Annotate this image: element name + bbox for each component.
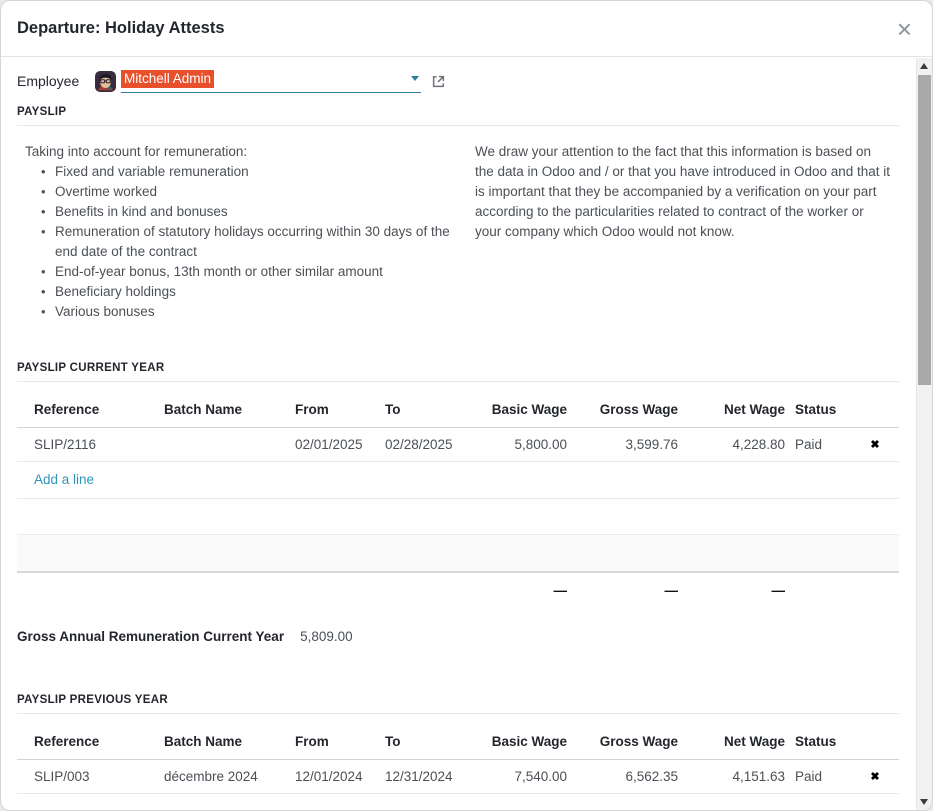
scrollbar-thumb[interactable]: [918, 75, 931, 385]
cell-gross-wage[interactable]: 6,562.35: [583, 760, 694, 794]
table-header-row: Reference Batch Name From To Basic Wage …: [17, 382, 899, 428]
bullet-item: Overtime worked: [41, 182, 457, 202]
bullet-item: Benefits in kind and bonuses: [41, 202, 457, 222]
cell-reference[interactable]: SLIP/003: [17, 760, 147, 794]
column-sums-row: — — —: [17, 572, 899, 607]
remuneration-list: Taking into account for remuneration: Fi…: [25, 142, 457, 322]
cell-basic-wage[interactable]: 5,800.00: [456, 428, 583, 462]
scroll-up-arrow-icon[interactable]: [920, 63, 928, 69]
previous-year-table: Reference Batch Name From To Basic Wage …: [17, 714, 899, 794]
col-header-batch-name[interactable]: Batch Name: [147, 714, 278, 760]
net-wage-sum: —: [694, 572, 793, 607]
bullet-item: Beneficiary holdings: [41, 282, 457, 302]
employee-label: Employee: [17, 73, 95, 89]
section-payslip-previous-year: PAYSLIP PREVIOUS YEAR: [17, 694, 899, 714]
bullet-item: Various bonuses: [41, 302, 457, 322]
cell-to[interactable]: 12/31/2024: [368, 760, 456, 794]
col-header-status[interactable]: Status: [793, 714, 851, 760]
add-a-line-row[interactable]: Add a line: [17, 462, 899, 499]
section-payslip: PAYSLIP: [17, 106, 899, 126]
attention-notice: We draw your attention to the fact that …: [475, 142, 899, 322]
gross-wage-sum: —: [583, 572, 694, 607]
table-header-row: Reference Batch Name From To Basic Wage …: [17, 714, 899, 760]
col-header-to[interactable]: To: [368, 714, 456, 760]
bullet-item: Remuneration of statutory holidays occur…: [41, 222, 457, 262]
payslip-info: Taking into account for remuneration: Fi…: [17, 142, 899, 322]
col-header-basic-wage[interactable]: Basic Wage: [456, 382, 583, 428]
cell-reference[interactable]: SLIP/2116: [17, 428, 147, 462]
empty-row: [17, 499, 899, 535]
section-payslip-current-year: PAYSLIP CURRENT YEAR: [17, 362, 899, 382]
col-header-batch-name[interactable]: Batch Name: [147, 382, 278, 428]
col-header-basic-wage[interactable]: Basic Wage: [456, 714, 583, 760]
gross-annual-remuneration-row: Gross Annual Remuneration Current Year 5…: [17, 629, 899, 644]
close-icon[interactable]: ×: [891, 16, 918, 42]
vertical-scrollbar[interactable]: [916, 58, 932, 810]
dialog-header: Departure: Holiday Attests ×: [1, 1, 932, 57]
cell-status[interactable]: Paid: [793, 760, 851, 794]
cell-status[interactable]: Paid: [793, 428, 851, 462]
basic-wage-sum: —: [456, 572, 583, 607]
col-header-actions: [851, 714, 899, 760]
bullet-item: Fixed and variable remuneration: [41, 162, 457, 182]
cell-from[interactable]: 02/01/2025: [278, 428, 368, 462]
cell-net-wage[interactable]: 4,228.80: [694, 428, 793, 462]
gross-annual-remuneration-value: 5,809.00: [300, 629, 353, 644]
external-link-icon[interactable]: [431, 74, 446, 89]
employee-value-selected[interactable]: Mitchell Admin: [121, 70, 214, 88]
gross-annual-remuneration-label: Gross Annual Remuneration Current Year: [17, 629, 284, 644]
employee-input[interactable]: Mitchell Admin: [121, 70, 421, 93]
table-row[interactable]: SLIP/003 décembre 2024 12/01/2024 12/31/…: [17, 760, 899, 794]
bullet-item: End-of-year bonus, 13th month or other s…: [41, 262, 457, 282]
col-header-from[interactable]: From: [278, 382, 368, 428]
add-a-line-link[interactable]: Add a line: [17, 462, 899, 499]
remuneration-intro: Taking into account for remuneration:: [25, 142, 457, 162]
col-header-net-wage[interactable]: Net Wage: [694, 714, 793, 760]
remuneration-bullets: Fixed and variable remuneration Overtime…: [25, 162, 457, 322]
cell-gross-wage[interactable]: 3,599.76: [583, 428, 694, 462]
col-header-gross-wage[interactable]: Gross Wage: [583, 382, 694, 428]
col-header-reference[interactable]: Reference: [17, 382, 147, 428]
col-header-gross-wage[interactable]: Gross Wage: [583, 714, 694, 760]
scroll-down-arrow-icon[interactable]: [920, 799, 928, 805]
delete-row-icon[interactable]: ✖: [851, 428, 899, 462]
dialog-title: Departure: Holiday Attests: [17, 19, 225, 38]
cell-from[interactable]: 12/01/2024: [278, 760, 368, 794]
col-header-from[interactable]: From: [278, 714, 368, 760]
departure-holiday-attests-dialog: Departure: Holiday Attests × Employee Mi…: [0, 0, 933, 811]
current-year-table: Reference Batch Name From To Basic Wage …: [17, 382, 899, 607]
col-header-net-wage[interactable]: Net Wage: [694, 382, 793, 428]
empty-gray-row: [17, 535, 899, 573]
employee-field-row: Employee Mitchell Admin: [17, 66, 899, 96]
col-header-to[interactable]: To: [368, 382, 456, 428]
chevron-down-icon[interactable]: [411, 76, 419, 81]
cell-batch-name[interactable]: [147, 428, 278, 462]
table-row[interactable]: SLIP/2116 02/01/2025 02/28/2025 5,800.00…: [17, 428, 899, 462]
delete-row-icon[interactable]: ✖: [851, 760, 899, 794]
col-header-reference[interactable]: Reference: [17, 714, 147, 760]
dialog-body: Employee Mitchell Admin: [1, 58, 917, 810]
employee-avatar: [95, 71, 116, 92]
col-header-actions: [851, 382, 899, 428]
cell-net-wage[interactable]: 4,151.63: [694, 760, 793, 794]
cell-to[interactable]: 02/28/2025: [368, 428, 456, 462]
cell-batch-name[interactable]: décembre 2024: [147, 760, 278, 794]
col-header-status[interactable]: Status: [793, 382, 851, 428]
cell-basic-wage[interactable]: 7,540.00: [456, 760, 583, 794]
